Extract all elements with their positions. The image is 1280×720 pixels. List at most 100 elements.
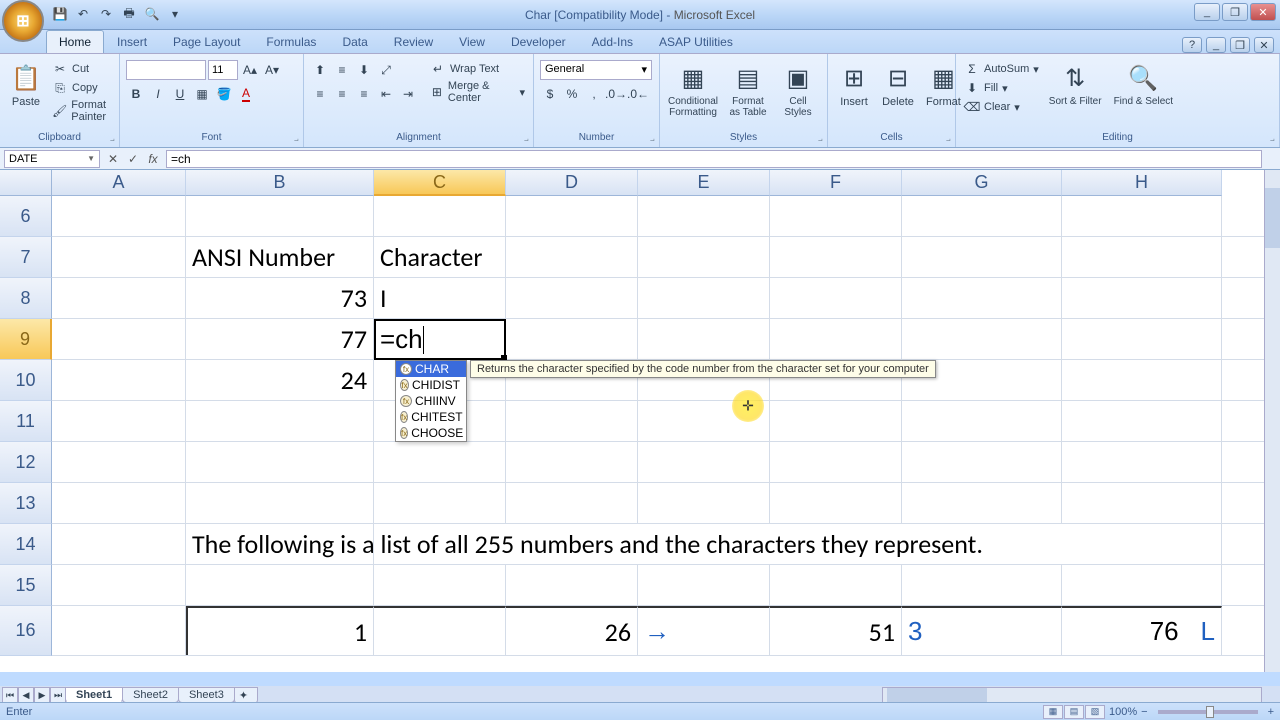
doc-close-button[interactable]: ✕ [1254, 37, 1274, 53]
col-header-a[interactable]: A [52, 170, 186, 196]
sheet-new-button[interactable]: ✦ [234, 687, 258, 704]
cell-d16[interactable]: 26 [506, 606, 638, 655]
close-button[interactable]: ✕ [1250, 3, 1276, 21]
name-box[interactable]: DATE▼ [4, 150, 100, 168]
tab-addins[interactable]: Add-Ins [579, 30, 646, 53]
row-header-9[interactable]: 9 [0, 319, 52, 360]
bold-button[interactable]: B [126, 84, 146, 104]
fill-color-button[interactable]: 🪣 [214, 84, 234, 104]
cell-styles-button[interactable]: ▣Cell Styles [776, 60, 820, 120]
cell-b9[interactable]: 77 [186, 319, 374, 359]
format-painter-button[interactable]: 🖌Format Painter [50, 98, 113, 124]
row-header-15[interactable]: 15 [0, 565, 52, 606]
cell-c7[interactable]: Character [374, 237, 506, 277]
cell-b14[interactable]: The following is a list of all 255 numbe… [186, 524, 374, 564]
horizontal-scrollbar[interactable] [882, 687, 1262, 703]
sheet-tab-2[interactable]: Sheet2 [122, 687, 179, 703]
font-color-button[interactable]: A [236, 84, 256, 104]
currency-button[interactable]: $ [540, 84, 560, 104]
sheet-tab-3[interactable]: Sheet3 [178, 687, 235, 703]
conditional-formatting-button[interactable]: ▦Conditional Formatting [666, 60, 720, 120]
delete-cells-button[interactable]: ⊟Delete [878, 60, 918, 110]
qat-undo-icon[interactable]: ↶ [73, 4, 93, 24]
decrease-decimal-button[interactable]: .0← [628, 84, 648, 104]
qat-save-icon[interactable]: 💾 [50, 4, 70, 24]
cell-b7[interactable]: ANSI Number [186, 237, 374, 277]
row-header-6[interactable]: 6 [0, 196, 52, 237]
cell-b8[interactable]: 73 [186, 278, 374, 318]
underline-button[interactable]: U [170, 84, 190, 104]
qat-more-icon[interactable]: ▾ [165, 4, 185, 24]
tab-home[interactable]: Home [46, 30, 104, 53]
increase-indent-button[interactable]: ⇥ [398, 84, 418, 104]
merge-center-button[interactable]: ⊞Merge & Center ▾ [428, 79, 527, 105]
tab-developer[interactable]: Developer [498, 30, 579, 53]
align-left-button[interactable]: ≡ [310, 84, 330, 104]
wrap-text-button[interactable]: ↵Wrap Text [428, 60, 527, 78]
comma-button[interactable]: , [584, 84, 604, 104]
row-header-11[interactable]: 11 [0, 401, 52, 442]
zoom-slider[interactable] [1158, 710, 1258, 714]
normal-view-button[interactable]: ▦ [1043, 705, 1063, 719]
tab-data[interactable]: Data [329, 30, 380, 53]
col-header-h[interactable]: H [1062, 170, 1222, 196]
sheet-prev-button[interactable]: ◀ [18, 687, 34, 703]
select-all-corner[interactable] [0, 170, 52, 196]
grow-font-button[interactable]: A▴ [240, 60, 260, 80]
number-format-select[interactable]: General ▾ [540, 60, 652, 80]
col-header-d[interactable]: D [506, 170, 638, 196]
doc-minimize-button[interactable]: _ [1206, 37, 1226, 53]
col-header-c[interactable]: C [374, 170, 506, 196]
doc-restore-button[interactable]: ❐ [1230, 37, 1250, 53]
font-name-input[interactable] [126, 60, 206, 80]
row-header-7[interactable]: 7 [0, 237, 52, 278]
zoom-out-button[interactable]: − [1141, 706, 1147, 718]
sheet-last-button[interactable]: ⏭ [50, 687, 66, 703]
cell-g16[interactable]: 3 [902, 606, 1062, 655]
cell-c16[interactable] [374, 606, 506, 655]
cell-h16[interactable]: 76 L [1062, 606, 1222, 655]
cell-f16[interactable]: 51 [770, 606, 902, 655]
cell-b10[interactable]: 24 [186, 360, 374, 400]
paste-button[interactable]: 📋 Paste [6, 60, 46, 110]
cell-c8[interactable]: I [374, 278, 506, 318]
insert-cells-button[interactable]: ⊞Insert [834, 60, 874, 110]
page-break-view-button[interactable]: ▧ [1085, 705, 1105, 719]
ac-item-char[interactable]: fxCHAR [396, 361, 466, 377]
ac-item-chidist[interactable]: fxCHIDIST [396, 377, 466, 393]
col-header-b[interactable]: B [186, 170, 374, 196]
align-middle-button[interactable]: ≡ [332, 60, 352, 80]
sheet-first-button[interactable]: ⏮ [2, 687, 18, 703]
sheet-tab-1[interactable]: Sheet1 [65, 687, 123, 703]
active-cell-editor[interactable]: =ch [374, 319, 506, 360]
increase-decimal-button[interactable]: .0→ [606, 84, 626, 104]
ac-item-choose[interactable]: fxCHOOSE [396, 425, 466, 441]
qat-print-icon[interactable]: 🖶 [119, 4, 139, 24]
zoom-in-button[interactable]: + [1268, 706, 1274, 718]
align-right-button[interactable]: ≡ [354, 84, 374, 104]
col-header-e[interactable]: E [638, 170, 770, 196]
copy-button[interactable]: ⎘Copy [50, 79, 113, 97]
tab-asap[interactable]: ASAP Utilities [646, 30, 746, 53]
shrink-font-button[interactable]: A▾ [262, 60, 282, 80]
clear-button[interactable]: ⌫Clear ▾ [962, 98, 1041, 116]
tab-view[interactable]: View [446, 30, 498, 53]
cell-b16[interactable]: 1 [186, 606, 374, 655]
formula-input[interactable]: =ch [166, 150, 1262, 168]
chevron-down-icon[interactable]: ▼ [87, 154, 95, 163]
find-select-button[interactable]: 🔍Find & Select [1110, 60, 1177, 109]
row-header-14[interactable]: 14 [0, 524, 52, 565]
italic-button[interactable]: I [148, 84, 168, 104]
minimize-button[interactable]: _ [1194, 3, 1220, 21]
autosum-button[interactable]: ΣAutoSum ▾ [962, 60, 1041, 78]
tab-insert[interactable]: Insert [104, 30, 160, 53]
row-header-16[interactable]: 16 [0, 606, 52, 656]
align-center-button[interactable]: ≡ [332, 84, 352, 104]
sort-filter-button[interactable]: ⇅Sort & Filter [1045, 60, 1106, 109]
align-bottom-button[interactable]: ⬇ [354, 60, 374, 80]
align-top-button[interactable]: ⬆ [310, 60, 330, 80]
format-as-table-button[interactable]: ▤Format as Table [724, 60, 772, 120]
vertical-scrollbar[interactable] [1264, 170, 1280, 672]
row-header-12[interactable]: 12 [0, 442, 52, 483]
cut-button[interactable]: ✂Cut [50, 60, 113, 78]
